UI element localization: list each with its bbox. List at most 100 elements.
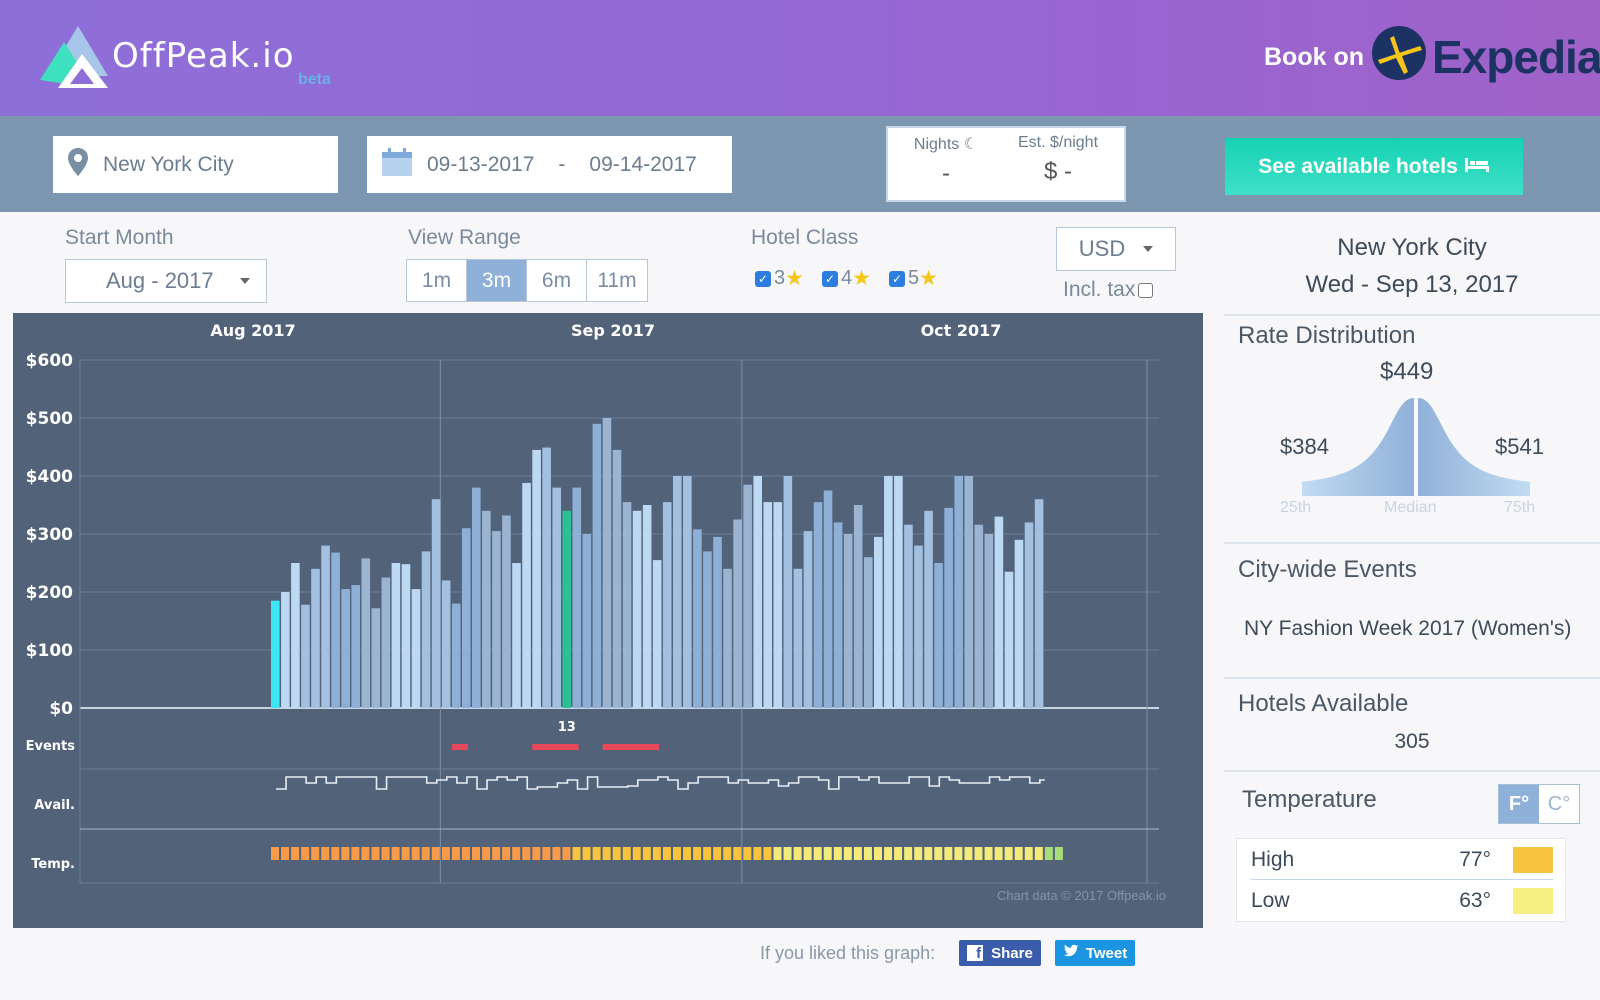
rate-bar bbox=[642, 505, 652, 708]
rate-bar bbox=[351, 585, 360, 708]
rate-bar bbox=[853, 505, 863, 708]
start-month-select[interactable]: Aug - 2017 bbox=[65, 259, 267, 303]
range-3m-button[interactable]: 3m bbox=[467, 260, 527, 301]
incl-tax-checkbox[interactable] bbox=[1138, 282, 1154, 298]
temp-cell bbox=[371, 847, 380, 860]
range-6m-button[interactable]: 6m bbox=[527, 260, 587, 301]
rate-bar bbox=[512, 563, 521, 708]
temp-low-value: 63° bbox=[1459, 889, 1491, 912]
rate-bar bbox=[793, 568, 803, 708]
view-range-label: View Range bbox=[408, 226, 521, 249]
facebook-share-label: Share bbox=[991, 944, 1033, 962]
rate-bar bbox=[381, 577, 391, 708]
nights-label: Nights bbox=[913, 136, 960, 153]
rate-bar bbox=[572, 487, 582, 708]
temp-cell bbox=[1044, 847, 1053, 860]
rate-bar bbox=[301, 604, 310, 708]
rate-p25-value: $384 bbox=[1280, 434, 1329, 459]
subpanel-label: Temp. bbox=[31, 857, 75, 872]
rate-bar bbox=[582, 534, 592, 708]
hotel-class-3-checkbox[interactable]: ✓ 3 ★ bbox=[755, 266, 804, 291]
rate-bar bbox=[431, 499, 441, 708]
checkbox-checked-icon[interactable]: ✓ bbox=[822, 270, 838, 287]
rate-bar bbox=[532, 449, 541, 708]
see-hotels-button[interactable]: See available hotels bbox=[1225, 138, 1523, 195]
temp-cell bbox=[1054, 847, 1063, 860]
checkout-date[interactable]: 09-14-2017 bbox=[589, 153, 696, 177]
temp-cell bbox=[934, 847, 943, 860]
rate-bar bbox=[421, 551, 431, 708]
y-tick-label: $400 bbox=[26, 467, 73, 487]
selected-day-label: 13 bbox=[558, 720, 576, 735]
temp-cell bbox=[944, 847, 953, 860]
rate-bar bbox=[763, 502, 773, 708]
offpeak-logo[interactable]: OffPeak.io beta bbox=[40, 24, 360, 94]
start-month-value: Aug - 2017 bbox=[106, 268, 214, 293]
temp-cell bbox=[281, 847, 290, 860]
temp-low-row: Low 63° bbox=[1251, 881, 1553, 921]
book-on-label: Book on bbox=[1264, 43, 1364, 71]
temp-low-label: Low bbox=[1251, 889, 1290, 912]
temp-low-swatch bbox=[1513, 888, 1553, 914]
rate-bar bbox=[944, 507, 953, 708]
temp-cell bbox=[301, 847, 310, 860]
rate-bar bbox=[693, 529, 702, 708]
date-range-input[interactable]: 09-13-2017 - 09-14-2017 bbox=[367, 136, 732, 193]
brand-tag: beta bbox=[298, 71, 331, 88]
temp-cell bbox=[291, 847, 300, 860]
temp-cell bbox=[522, 847, 531, 860]
temp-cell bbox=[441, 847, 450, 860]
rate-bar bbox=[934, 563, 943, 708]
expedia-link[interactable]: Expedia bbox=[1432, 30, 1600, 84]
brand-name: OffPeak.io bbox=[112, 36, 295, 76]
twitter-tweet-label: Tweet bbox=[1085, 944, 1128, 962]
rate-bar bbox=[542, 447, 551, 708]
rate-bar bbox=[401, 564, 411, 708]
incl-tax-toggle[interactable]: Incl. tax bbox=[1063, 278, 1154, 302]
temp-cell bbox=[713, 847, 722, 860]
share-row: If you liked this graph: f Share Tweet bbox=[760, 940, 1136, 966]
range-11m-button[interactable]: 11m bbox=[587, 260, 647, 301]
nights-column: Nights ☾ - bbox=[900, 134, 992, 188]
temp-cell bbox=[642, 847, 651, 860]
twitter-tweet-button[interactable]: Tweet bbox=[1054, 940, 1136, 966]
checkbox-checked-icon[interactable]: ✓ bbox=[755, 270, 771, 287]
temp-cell bbox=[723, 847, 732, 860]
rate-bar bbox=[713, 536, 722, 708]
chevron-down-icon bbox=[239, 278, 250, 284]
expedia-plane-icon[interactable] bbox=[1372, 26, 1426, 80]
temp-cell bbox=[482, 847, 491, 860]
rate-distribution-title: Rate Distribution bbox=[1238, 322, 1416, 349]
checkin-date[interactable]: 09-13-2017 bbox=[427, 153, 534, 177]
celsius-button[interactable]: C° bbox=[1539, 785, 1579, 823]
checkbox-checked-icon[interactable]: ✓ bbox=[889, 270, 905, 287]
temp-cell bbox=[863, 847, 872, 860]
temp-cell bbox=[884, 847, 893, 860]
temp-cell bbox=[431, 847, 440, 860]
temp-cell bbox=[813, 847, 822, 860]
location-input[interactable]: New York City bbox=[53, 136, 338, 193]
range-1m-button[interactable]: 1m bbox=[407, 260, 467, 301]
month-label: Aug 2017 bbox=[210, 321, 295, 340]
app-header: OffPeak.io beta Book on Expedia bbox=[0, 0, 1600, 116]
currency-select[interactable]: USD bbox=[1056, 227, 1176, 271]
rate-bar bbox=[441, 580, 451, 708]
rate-bar bbox=[461, 528, 471, 708]
temp-cell bbox=[974, 847, 983, 860]
rate-p75-value: $541 bbox=[1495, 434, 1544, 459]
temp-cell bbox=[461, 847, 470, 860]
rate-chart[interactable]: $0 $100 $200 $300 $400 $500 $600 Aug 2017 Sep 20… bbox=[13, 313, 1203, 928]
temp-cell bbox=[843, 847, 852, 860]
rate-bar bbox=[552, 487, 561, 708]
fahrenheit-button[interactable]: F° bbox=[1499, 785, 1539, 823]
start-month-label: Start Month bbox=[65, 226, 174, 249]
facebook-share-button[interactable]: f Share bbox=[959, 940, 1041, 966]
hotel-class-5-checkbox[interactable]: ✓ 5 ★ bbox=[889, 266, 938, 291]
temp-cell bbox=[1024, 847, 1033, 860]
hotel-class-4-checkbox[interactable]: ✓ 4 ★ bbox=[822, 266, 871, 291]
rate-p25-label: 25th bbox=[1280, 499, 1312, 516]
rate-bar bbox=[964, 476, 974, 708]
rate-bar bbox=[874, 536, 883, 708]
event-item[interactable]: NY Fashion Week 2017 (Women's) bbox=[1244, 617, 1571, 641]
temp-cell bbox=[451, 847, 460, 860]
